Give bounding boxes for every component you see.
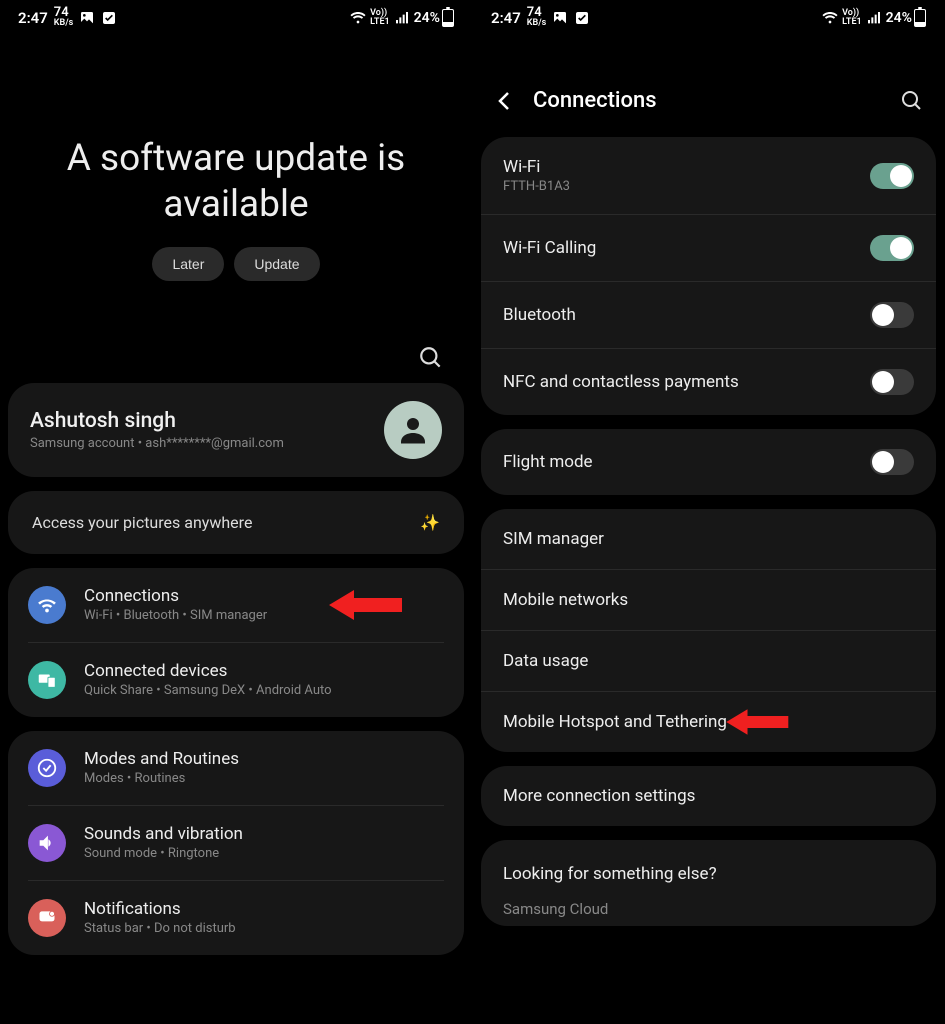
page-header: Connections xyxy=(473,36,944,137)
check-icon xyxy=(101,10,117,26)
flight-mode-toggle[interactable] xyxy=(870,449,914,475)
wifi-icon xyxy=(822,10,838,26)
row-sub: Wi-Fi • Bluetooth • SIM manager xyxy=(84,608,267,623)
image-icon xyxy=(552,10,568,26)
red-arrow-annotation xyxy=(721,705,791,739)
bluetooth-row[interactable]: Bluetooth xyxy=(481,281,936,348)
avatar[interactable] xyxy=(384,401,442,459)
promo-card[interactable]: Access your pictures anywhere ✨ xyxy=(8,491,464,554)
back-icon[interactable] xyxy=(493,89,517,113)
volte-icon: Vo))LTE1 xyxy=(842,9,862,27)
connections-group-3: SIM manager Mobile networks Data usage M… xyxy=(481,509,936,752)
settings-screen: 2:47 74KB/s Vo))LTE1 24% A software upda… xyxy=(0,0,472,1024)
row-sub: Sound mode • Ringtone xyxy=(84,846,243,861)
wifi-icon xyxy=(28,586,66,624)
image-icon xyxy=(79,10,95,26)
page-title: Connections xyxy=(533,88,884,113)
connections-group-4: More connection settings xyxy=(481,766,936,826)
check-icon xyxy=(574,10,590,26)
connected-devices-row[interactable]: Connected devices Quick Share • Samsung … xyxy=(28,642,444,717)
samsung-cloud-link[interactable]: Samsung Cloud xyxy=(503,900,914,918)
account-name: Ashutosh singh xyxy=(30,409,284,433)
signal-icon xyxy=(394,10,410,26)
wifi-toggle[interactable] xyxy=(870,163,914,189)
nfc-toggle[interactable] xyxy=(870,369,914,395)
notifications-row[interactable]: Notifications Status bar • Do not distur… xyxy=(28,880,444,955)
notifications-icon xyxy=(28,899,66,937)
sound-icon xyxy=(28,824,66,862)
search-icon[interactable] xyxy=(900,89,924,113)
status-kbps: 74KB/s xyxy=(527,8,546,28)
row-sub: Status bar • Do not disturb xyxy=(84,921,236,936)
account-sub: Samsung account • ash********@gmail.com xyxy=(30,436,284,451)
connections-group-1: Wi-FiFTTH-B1A3 Wi-Fi Calling Bluetooth N… xyxy=(481,137,936,415)
battery-indicator: 24% xyxy=(414,9,454,27)
connections-row[interactable]: Connections Wi-Fi • Bluetooth • SIM mana… xyxy=(8,568,464,642)
wifi-calling-row[interactable]: Wi-Fi Calling xyxy=(481,214,936,281)
nfc-row[interactable]: NFC and contactless payments xyxy=(481,348,936,415)
search-icon[interactable] xyxy=(418,345,444,371)
devices-icon xyxy=(28,661,66,699)
flight-mode-row[interactable]: Flight mode xyxy=(481,429,936,495)
row-sub: Modes • Routines xyxy=(84,771,239,786)
account-card[interactable]: Ashutosh singh Samsung account • ash****… xyxy=(8,383,464,477)
row-title: Connections xyxy=(84,586,267,606)
status-bar: 2:47 74KB/s Vo))LTE1 24% xyxy=(0,0,472,36)
update-button[interactable]: Update xyxy=(234,247,319,281)
status-kbps: 74KB/s xyxy=(54,8,73,28)
person-icon xyxy=(395,412,431,448)
mobile-hotspot-row[interactable]: Mobile Hotspot and Tethering xyxy=(481,691,936,752)
row-title: Modes and Routines xyxy=(84,749,239,769)
connections-group-2: Flight mode xyxy=(481,429,936,495)
more-connection-settings-row[interactable]: More connection settings xyxy=(481,766,936,826)
volte-icon: Vo))LTE1 xyxy=(370,9,390,27)
connections-screen: 2:47 74KB/s Vo))LTE1 24% Connections Wi-… xyxy=(472,0,944,1024)
row-title: Notifications xyxy=(84,899,236,919)
modes-row[interactable]: Modes and Routines Modes • Routines xyxy=(8,731,464,805)
data-usage-row[interactable]: Data usage xyxy=(481,630,936,691)
modes-icon xyxy=(28,749,66,787)
signal-icon xyxy=(866,10,882,26)
update-hero: A software update is available Later Upd… xyxy=(0,36,472,295)
settings-group-2: Modes and Routines Modes • Routines Soun… xyxy=(8,731,464,955)
looking-for-card: Looking for something else? Samsung Clou… xyxy=(481,840,936,926)
wifi-calling-toggle[interactable] xyxy=(870,235,914,261)
red-arrow-annotation xyxy=(324,585,404,625)
looking-for-title: Looking for something else? xyxy=(503,864,914,884)
status-time: 2:47 xyxy=(18,9,48,27)
settings-group-1: Connections Wi-Fi • Bluetooth • SIM mana… xyxy=(8,568,464,717)
sounds-row[interactable]: Sounds and vibration Sound mode • Ringto… xyxy=(28,805,444,880)
status-time: 2:47 xyxy=(491,9,521,27)
row-title: Sounds and vibration xyxy=(84,824,243,844)
wifi-icon xyxy=(350,10,366,26)
mobile-networks-row[interactable]: Mobile networks xyxy=(481,569,936,630)
sparkle-icon: ✨ xyxy=(420,513,440,532)
bluetooth-toggle[interactable] xyxy=(870,302,914,328)
update-title: A software update is available xyxy=(24,136,448,229)
wifi-row[interactable]: Wi-FiFTTH-B1A3 xyxy=(481,137,936,214)
sim-manager-row[interactable]: SIM manager xyxy=(481,509,936,569)
promo-text: Access your pictures anywhere xyxy=(32,513,252,532)
row-title: Connected devices xyxy=(84,661,332,681)
later-button[interactable]: Later xyxy=(152,247,224,281)
row-sub: Quick Share • Samsung DeX • Android Auto xyxy=(84,683,332,698)
status-bar: 2:47 74KB/s Vo))LTE1 24% xyxy=(473,0,944,36)
battery-indicator: 24% xyxy=(886,9,926,27)
